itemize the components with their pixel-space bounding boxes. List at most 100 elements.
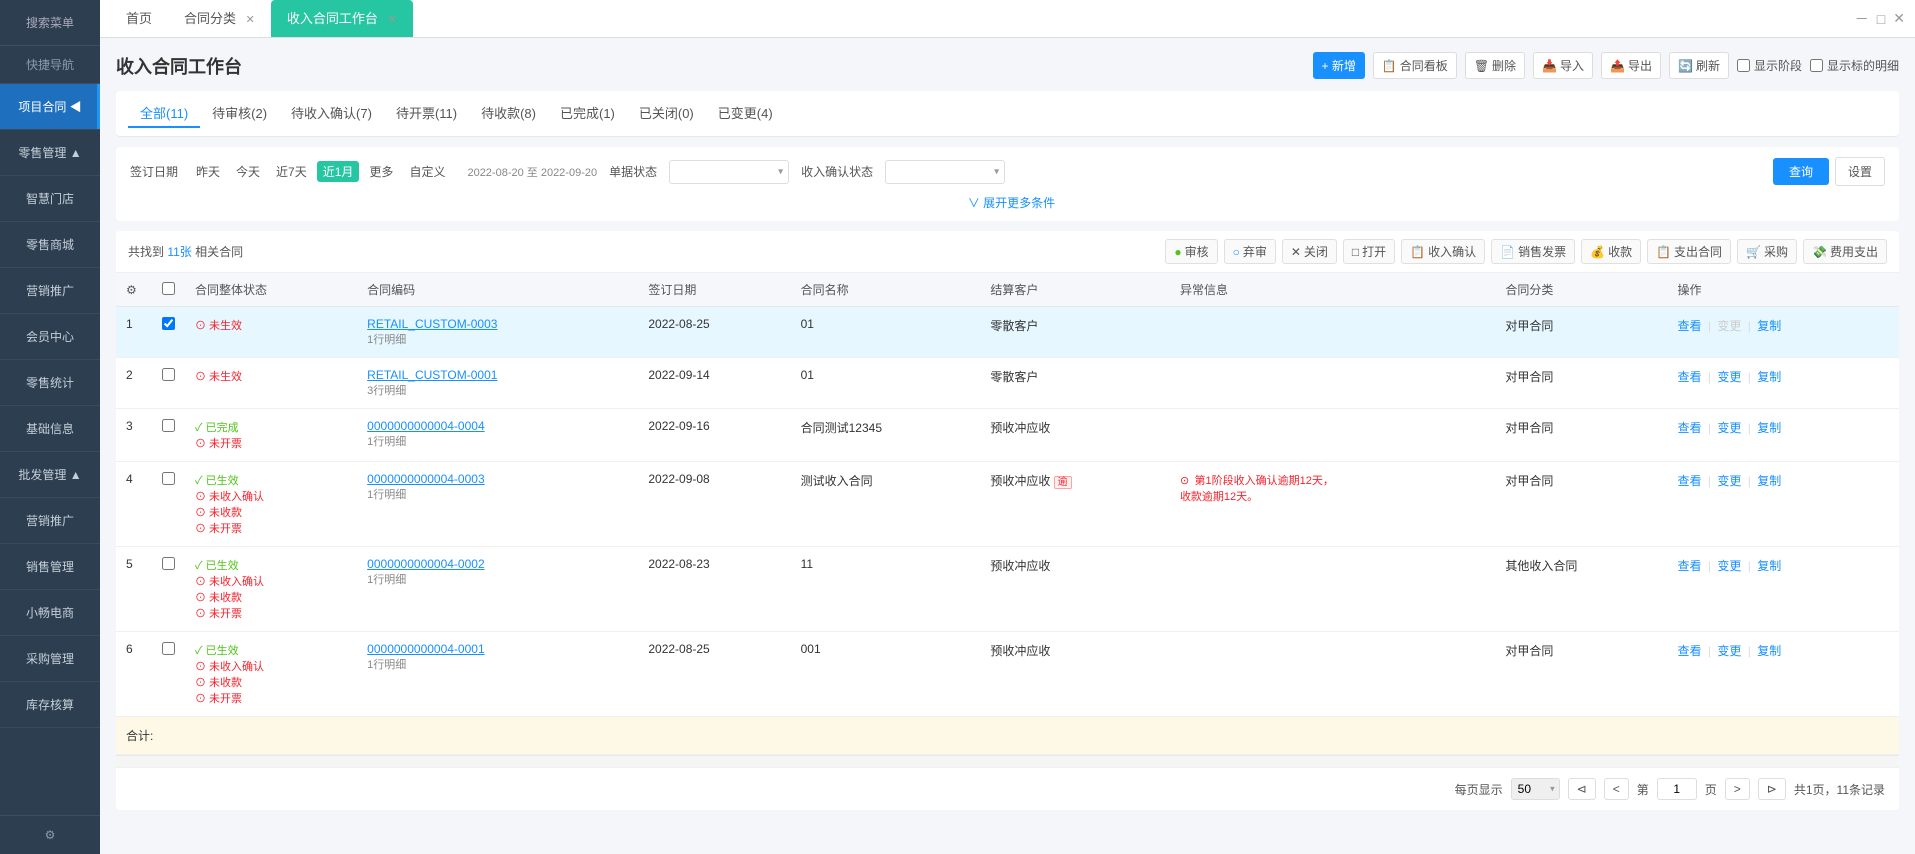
prev-page-btn[interactable]: < [1604,778,1629,800]
action-review[interactable]: ● 审核 [1165,239,1217,264]
show-fields-input[interactable] [1737,59,1750,72]
search-button[interactable]: 查询 [1773,158,1829,185]
date-opt-custom[interactable]: 自定义 [403,161,451,182]
show-detail-input[interactable] [1810,59,1823,72]
add-button[interactable]: + 新增 [1313,52,1365,79]
contract-code-link[interactable]: RETAIL_CUSTOM-0003 [367,317,497,331]
col-gear[interactable]: ⚙ [116,273,152,307]
window-max-btn[interactable]: □ [1877,11,1885,27]
row-checkbox[interactable] [152,632,185,717]
sidebar-item-wholesale[interactable]: 批发管理 ▲ [0,452,100,498]
delete-button[interactable]: 🗑 删除 [1465,52,1525,79]
copy-btn[interactable]: 复制 [1757,319,1781,333]
copy-btn[interactable]: 复制 [1757,559,1781,573]
copy-btn[interactable]: 复制 [1757,421,1781,435]
row-select-checkbox[interactable] [162,642,175,655]
sidebar-item-sales-mgmt[interactable]: 销售管理 [0,544,100,590]
row-checkbox[interactable] [152,462,185,547]
sidebar-item-project[interactable]: 项目合同 ◀ [0,84,100,130]
status-tab-closed[interactable]: 已关闭(0) [627,99,706,128]
sidebar-item-smart-store[interactable]: 智慧门店 [0,176,100,222]
view-btn[interactable]: 查看 [1678,319,1702,333]
first-page-btn[interactable]: ⊲ [1568,778,1596,800]
action-income-confirm[interactable]: 📋 收入确认 [1401,239,1485,264]
row-select-checkbox[interactable] [162,472,175,485]
expand-filter-btn[interactable]: ∨ 展开更多条件 [968,196,1055,210]
tab-close-income-workbench[interactable]: ✕ [388,14,397,26]
sidebar-item-retail-stats[interactable]: 零售统计 [0,360,100,406]
import-button[interactable]: 📥 导入 [1533,52,1593,79]
sidebar-item-member[interactable]: 会员中心 [0,314,100,360]
edit-btn[interactable]: 变更 [1717,421,1741,435]
contract-code-link[interactable]: 0000000000004-0004 [367,419,484,433]
row-checkbox[interactable] [152,547,185,632]
show-fields-checkbox[interactable]: 显示阶段 [1737,57,1802,74]
col-checkbox[interactable] [152,273,185,307]
select-all-checkbox[interactable] [162,282,175,295]
sidebar-item-inventory[interactable]: 库存核算 [0,682,100,728]
view-btn[interactable]: 查看 [1678,370,1702,384]
edit-btn[interactable]: 变更 [1717,474,1741,488]
status-tab-all[interactable]: 全部(11) [128,99,200,128]
view-btn[interactable]: 查看 [1678,474,1702,488]
copy-btn[interactable]: 复制 [1757,474,1781,488]
action-expense-out[interactable]: 📋 支出合同 [1647,239,1731,264]
date-opt-today[interactable]: 今天 [230,161,266,182]
action-sales-invoice[interactable]: 📄 销售发票 [1491,239,1575,264]
contract-code-link[interactable]: 0000000000004-0001 [367,642,484,656]
window-close-btn[interactable]: ✕ [1893,10,1905,27]
show-detail-checkbox[interactable]: 显示标的明细 [1810,57,1899,74]
date-opt-last1m[interactable]: 近1月 [317,161,360,182]
date-opt-yesterday[interactable]: 昨天 [190,161,226,182]
row-select-checkbox[interactable] [162,368,175,381]
next-page-btn[interactable]: > [1725,778,1750,800]
per-page-select[interactable]: 10 20 50 100 [1511,778,1560,800]
edit-btn[interactable]: 变更 [1717,644,1741,658]
view-btn[interactable]: 查看 [1678,559,1702,573]
tab-home[interactable]: 首页 [110,0,168,37]
row-checkbox[interactable] [152,358,185,409]
edit-btn[interactable]: 变更 [1717,370,1741,384]
refresh-button[interactable]: 🔄 刷新 [1669,52,1729,79]
status-tab-pending-invoice[interactable]: 待开票(11) [384,99,469,128]
sidebar-item-retail-mall[interactable]: 零售商城 [0,222,100,268]
status-tab-changed[interactable]: 已变更(4) [706,99,785,128]
sidebar-item-marketing[interactable]: 营销推广 [0,268,100,314]
copy-btn[interactable]: 复制 [1757,370,1781,384]
setting-button[interactable]: 设置 [1835,157,1885,186]
tab-close-contract-type[interactable]: ✕ [246,14,255,26]
sidebar-settings[interactable]: ⚙ [0,815,100,854]
sidebar-item-marketing2[interactable]: 营销推广 [0,498,100,544]
sidebar-search[interactable]: 搜索菜单 [0,0,100,46]
view-btn[interactable]: 查看 [1678,421,1702,435]
sidebar-item-purchase[interactable]: 采购管理 [0,636,100,682]
sidebar-item-retail-mgmt[interactable]: 零售管理 ▲ [0,130,100,176]
horizontal-scrollbar[interactable] [116,755,1899,767]
row-select-checkbox[interactable] [162,419,175,432]
current-page-input[interactable] [1657,778,1697,800]
date-opt-more[interactable]: 更多 [363,161,399,182]
status-tab-done[interactable]: 已完成(1) [548,99,627,128]
last-page-btn[interactable]: ⊳ [1758,778,1786,800]
date-opt-last7[interactable]: 近7天 [270,161,313,182]
doc-status-select[interactable] [669,160,789,184]
action-open[interactable]: □ 打开 [1343,239,1395,264]
window-min-btn[interactable]: － [1855,9,1869,29]
edit-btn[interactable]: 变更 [1717,559,1741,573]
action-payment[interactable]: 💰 收款 [1581,239,1641,264]
status-tab-pending-review[interactable]: 待审核(2) [200,99,279,128]
action-abandon[interactable]: ○ 弃审 [1224,239,1276,264]
contract-code-link[interactable]: RETAIL_CUSTOM-0001 [367,368,497,382]
kanban-button[interactable]: 📋 合同看板 [1373,52,1457,79]
copy-btn[interactable]: 复制 [1757,644,1781,658]
income-confirm-select[interactable] [885,160,1005,184]
action-expense-pay[interactable]: 💸 费用支出 [1803,239,1887,264]
sidebar-nav[interactable]: 快捷导航 [0,46,100,84]
action-purchase[interactable]: 🛒 采购 [1737,239,1797,264]
row-select-checkbox[interactable] [162,557,175,570]
contract-code-link[interactable]: 0000000000004-0003 [367,472,484,486]
view-btn[interactable]: 查看 [1678,644,1702,658]
contract-code-link[interactable]: 0000000000004-0002 [367,557,484,571]
action-close[interactable]: ✕ 关闭 [1282,239,1337,264]
row-checkbox[interactable] [152,307,185,358]
